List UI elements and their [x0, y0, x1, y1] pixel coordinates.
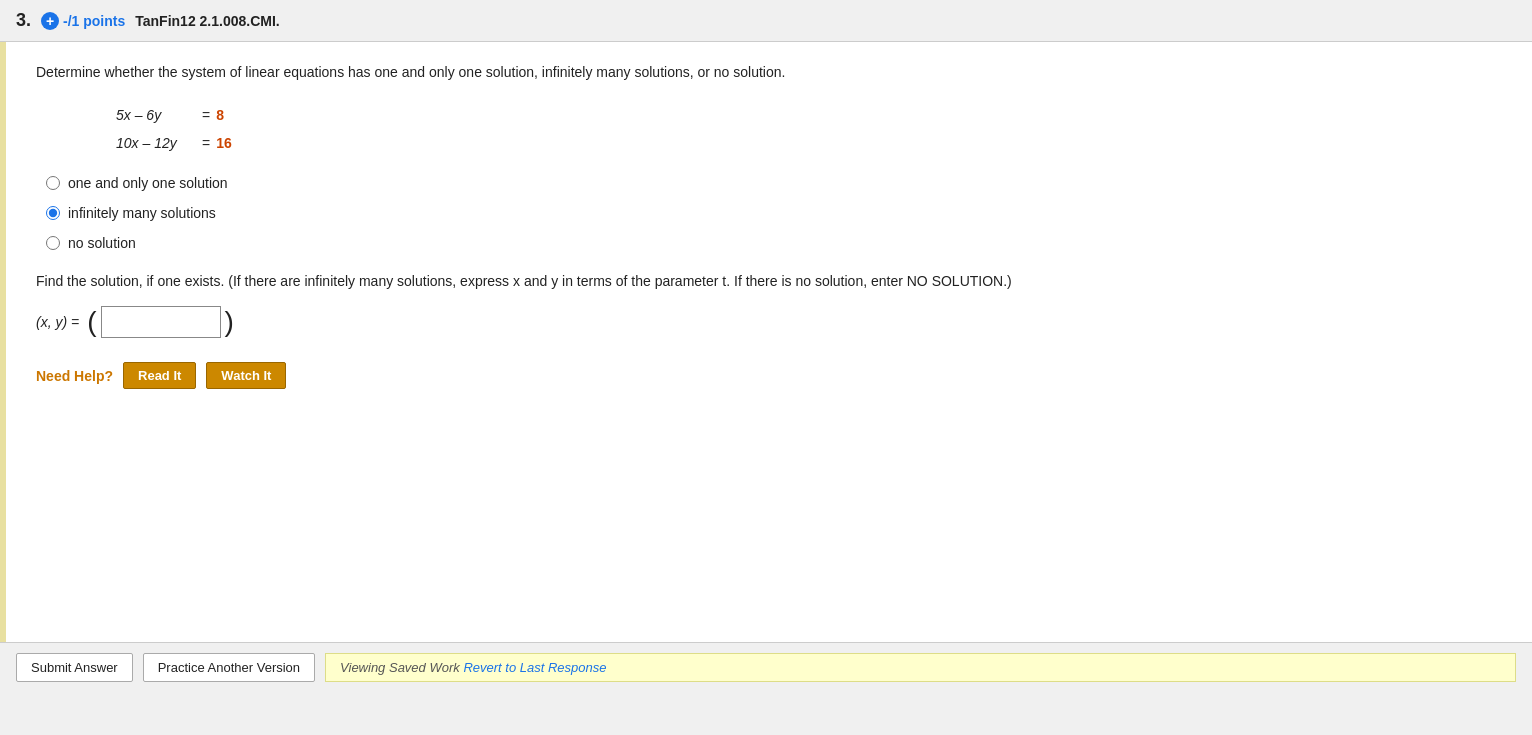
revert-link[interactable]: Revert to Last Response — [463, 660, 606, 675]
solution-prompt: Find the solution, if one exists. (If th… — [36, 271, 1502, 292]
saved-work-notice: Viewing Saved Work Revert to Last Respon… — [325, 653, 1516, 682]
right-paren: ) — [225, 306, 234, 338]
eq1-rhs: 8 — [216, 101, 224, 129]
eq2-lhs: 10x – 12y — [116, 129, 196, 157]
eq1-lhs: 5x – 6y — [116, 101, 196, 129]
plus-circle-icon: + — [41, 12, 59, 30]
saved-work-text: Viewing Saved Work — [340, 660, 460, 675]
submit-answer-button[interactable]: Submit Answer — [16, 653, 133, 682]
option-no-solution[interactable]: no solution — [46, 235, 1502, 251]
option-one-solution[interactable]: one and only one solution — [46, 175, 1502, 191]
radio-infinitely-many[interactable] — [46, 206, 60, 220]
need-help-label: Need Help? — [36, 368, 113, 384]
page-wrapper: 3. + -/1 points TanFin12 2.1.008.CMI. De… — [0, 0, 1532, 735]
radio-options: one and only one solution infinitely man… — [46, 175, 1502, 251]
question-body: Determine whether the system of linear e… — [0, 42, 1532, 642]
points-label: -/1 points — [63, 13, 125, 29]
question-prompt: Determine whether the system of linear e… — [36, 62, 1502, 83]
equation-2: 10x – 12y = 16 — [116, 129, 1502, 157]
read-it-button[interactable]: Read It — [123, 362, 196, 389]
question-id: TanFin12 2.1.008.CMI. — [135, 13, 279, 29]
points-badge: + -/1 points — [41, 12, 125, 30]
need-help-row: Need Help? Read It Watch It — [36, 362, 1502, 389]
solution-input[interactable] — [101, 306, 221, 338]
option-infinitely-many-label: infinitely many solutions — [68, 205, 216, 221]
practice-another-version-button[interactable]: Practice Another Version — [143, 653, 315, 682]
equations-block: 5x – 6y = 8 10x – 12y = 16 — [116, 101, 1502, 157]
radio-no-solution[interactable] — [46, 236, 60, 250]
question-header: 3. + -/1 points TanFin12 2.1.008.CMI. — [0, 0, 1532, 42]
eq2-rhs: 16 — [216, 129, 232, 157]
watch-it-button[interactable]: Watch It — [206, 362, 286, 389]
option-no-solution-label: no solution — [68, 235, 136, 251]
option-one-solution-label: one and only one solution — [68, 175, 228, 191]
left-paren: ( — [87, 306, 96, 338]
eq2-equals: = — [202, 129, 210, 157]
option-infinitely-many[interactable]: infinitely many solutions — [46, 205, 1502, 221]
equation-1: 5x – 6y = 8 — [116, 101, 1502, 129]
eq1-equals: = — [202, 101, 210, 129]
solution-label: (x, y) = — [36, 314, 79, 330]
radio-one-solution[interactable] — [46, 176, 60, 190]
bottom-bar: Submit Answer Practice Another Version V… — [0, 642, 1532, 692]
solution-input-row: (x, y) = ( ) — [36, 306, 1502, 338]
question-number: 3. — [16, 10, 31, 31]
